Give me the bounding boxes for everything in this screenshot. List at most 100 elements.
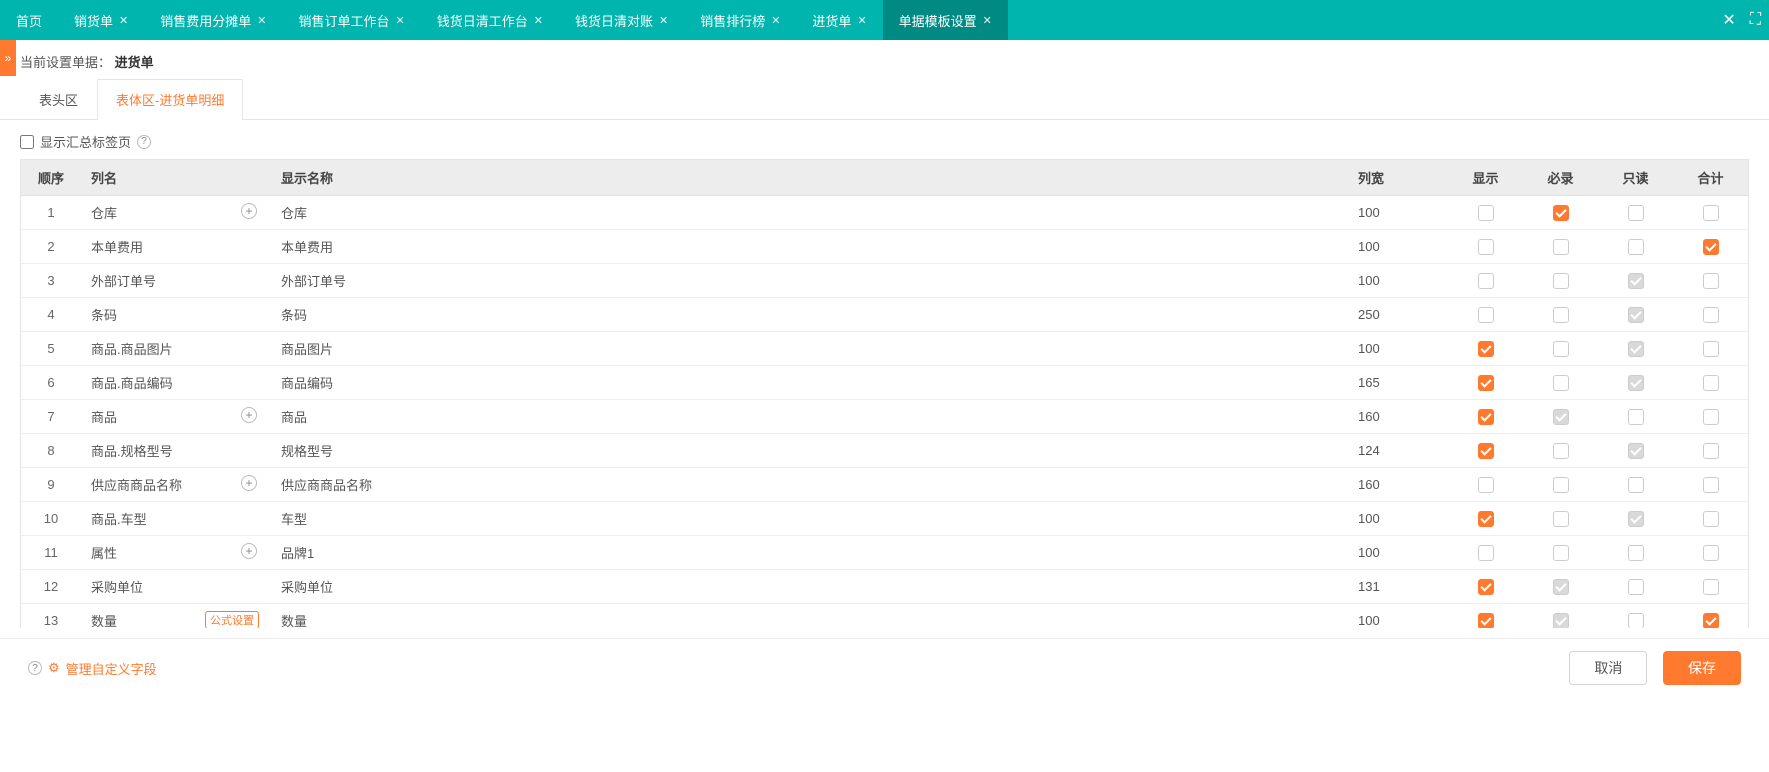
top-tab[interactable]: 销售排行榜✕ xyxy=(684,0,796,40)
table-row[interactable]: 7商品+商品160 xyxy=(21,400,1748,434)
checkbox-required[interactable] xyxy=(1553,205,1569,221)
sub-tab[interactable]: 表头区 xyxy=(20,79,97,119)
cell-width[interactable]: 131 xyxy=(1348,570,1448,604)
footer-help-icon[interactable]: ? xyxy=(28,661,42,675)
cell-width[interactable]: 100 xyxy=(1348,230,1448,264)
plus-icon[interactable]: + xyxy=(241,475,257,491)
close-icon[interactable]: ✕ xyxy=(983,14,992,27)
plus-icon[interactable]: + xyxy=(241,407,257,423)
checkbox-show[interactable] xyxy=(1478,477,1494,493)
checkbox-readonly[interactable] xyxy=(1628,409,1644,425)
table-row[interactable]: 6商品.商品编码商品编码165 xyxy=(21,366,1748,400)
checkbox-required[interactable] xyxy=(1553,545,1569,561)
plus-icon[interactable]: + xyxy=(241,203,257,219)
checkbox-show[interactable] xyxy=(1478,341,1494,357)
cell-display[interactable]: 商品编码 xyxy=(271,366,1348,400)
checkbox-show[interactable] xyxy=(1478,273,1494,289)
cell-display[interactable]: 数量 xyxy=(271,604,1348,629)
table-row[interactable]: 2本单费用本单费用100 xyxy=(21,230,1748,264)
checkbox-required[interactable] xyxy=(1553,443,1569,459)
checkbox-total[interactable] xyxy=(1703,545,1719,561)
close-icon[interactable]: ✕ xyxy=(771,14,780,27)
fullscreen-icon[interactable]: ⛶ xyxy=(1750,11,1761,29)
table-row[interactable]: 9供应商商品名称+供应商商品名称160 xyxy=(21,468,1748,502)
table-row[interactable]: 3外部订单号外部订单号100 xyxy=(21,264,1748,298)
cell-width[interactable]: 100 xyxy=(1348,264,1448,298)
table-row[interactable]: 5商品.商品图片商品图片100 xyxy=(21,332,1748,366)
checkbox-total[interactable] xyxy=(1703,307,1719,323)
table-row[interactable]: 4条码条码250 xyxy=(21,298,1748,332)
cell-display[interactable]: 品牌1 xyxy=(271,536,1348,570)
top-tab[interactable]: 销货单✕ xyxy=(58,0,144,40)
close-icon[interactable]: ✕ xyxy=(857,14,866,27)
checkbox-total[interactable] xyxy=(1703,409,1719,425)
checkbox-readonly[interactable] xyxy=(1628,205,1644,221)
checkbox-required[interactable] xyxy=(1553,273,1569,289)
checkbox-required[interactable] xyxy=(1553,341,1569,357)
top-tab[interactable]: 进货单✕ xyxy=(796,0,882,40)
checkbox-total[interactable] xyxy=(1703,239,1719,255)
sub-tab[interactable]: 表体区-进货单明细 xyxy=(97,79,243,120)
cell-width[interactable]: 100 xyxy=(1348,332,1448,366)
checkbox-total[interactable] xyxy=(1703,511,1719,527)
table-row[interactable]: 10商品.车型车型100 xyxy=(21,502,1748,536)
cell-display[interactable]: 外部订单号 xyxy=(271,264,1348,298)
help-icon[interactable]: ? xyxy=(137,135,151,149)
table-row[interactable]: 8商品.规格型号规格型号124 xyxy=(21,434,1748,468)
sidebar-toggle[interactable]: » xyxy=(0,40,16,76)
cancel-button[interactable]: 取消 xyxy=(1569,651,1647,685)
cell-width[interactable]: 250 xyxy=(1348,298,1448,332)
checkbox-show[interactable] xyxy=(1478,545,1494,561)
cell-display[interactable]: 本单费用 xyxy=(271,230,1348,264)
checkbox-required[interactable] xyxy=(1553,239,1569,255)
checkbox-readonly[interactable] xyxy=(1628,613,1644,628)
checkbox-total[interactable] xyxy=(1703,477,1719,493)
checkbox-show[interactable] xyxy=(1478,579,1494,595)
top-tab[interactable]: 钱货日清对账✕ xyxy=(559,0,684,40)
cell-display[interactable]: 条码 xyxy=(271,298,1348,332)
checkbox-show[interactable] xyxy=(1478,375,1494,391)
close-icon[interactable]: ✕ xyxy=(659,14,668,27)
checkbox-total[interactable] xyxy=(1703,205,1719,221)
cell-width[interactable]: 100 xyxy=(1348,196,1448,230)
close-icon[interactable]: ✕ xyxy=(257,14,266,27)
top-tab[interactable]: 首页 xyxy=(0,0,58,40)
plus-icon[interactable]: + xyxy=(241,543,257,559)
cell-display[interactable]: 采购单位 xyxy=(271,570,1348,604)
checkbox-total[interactable] xyxy=(1703,579,1719,595)
cell-width[interactable]: 160 xyxy=(1348,468,1448,502)
checkbox-readonly[interactable] xyxy=(1628,477,1644,493)
cell-display[interactable]: 供应商商品名称 xyxy=(271,468,1348,502)
checkbox-readonly[interactable] xyxy=(1628,579,1644,595)
checkbox-readonly[interactable] xyxy=(1628,239,1644,255)
table-row[interactable]: 12采购单位采购单位131 xyxy=(21,570,1748,604)
checkbox-show[interactable] xyxy=(1478,307,1494,323)
checkbox-required[interactable] xyxy=(1553,375,1569,391)
cell-width[interactable]: 165 xyxy=(1348,366,1448,400)
checkbox-required[interactable] xyxy=(1553,477,1569,493)
checkbox-readonly[interactable] xyxy=(1628,545,1644,561)
cell-display[interactable]: 仓库 xyxy=(271,196,1348,230)
checkbox-required[interactable] xyxy=(1553,307,1569,323)
table-row[interactable]: 1仓库+仓库100 xyxy=(21,196,1748,230)
top-tab[interactable]: 钱货日清工作台✕ xyxy=(421,0,559,40)
checkbox-show[interactable] xyxy=(1478,443,1494,459)
checkbox-show[interactable] xyxy=(1478,409,1494,425)
formula-tag[interactable]: 公式设置 xyxy=(205,611,259,628)
checkbox-show[interactable] xyxy=(1478,205,1494,221)
checkbox-total[interactable] xyxy=(1703,341,1719,357)
manage-custom-fields-link[interactable]: 管理自定义字段 xyxy=(66,659,157,678)
close-all-icon[interactable]: ✕ xyxy=(1722,10,1735,30)
checkbox-total[interactable] xyxy=(1703,613,1719,628)
top-tab[interactable]: 销售订单工作台✕ xyxy=(282,0,420,40)
checkbox-total[interactable] xyxy=(1703,273,1719,289)
checkbox-show[interactable] xyxy=(1478,613,1494,628)
checkbox-required[interactable] xyxy=(1553,511,1569,527)
cell-width[interactable]: 124 xyxy=(1348,434,1448,468)
cell-width[interactable]: 100 xyxy=(1348,502,1448,536)
checkbox-total[interactable] xyxy=(1703,375,1719,391)
table-row[interactable]: 11属性+品牌1100 xyxy=(21,536,1748,570)
summary-checkbox[interactable] xyxy=(20,135,34,149)
top-tab[interactable]: 单据模板设置✕ xyxy=(883,0,1008,40)
cell-display[interactable]: 车型 xyxy=(271,502,1348,536)
